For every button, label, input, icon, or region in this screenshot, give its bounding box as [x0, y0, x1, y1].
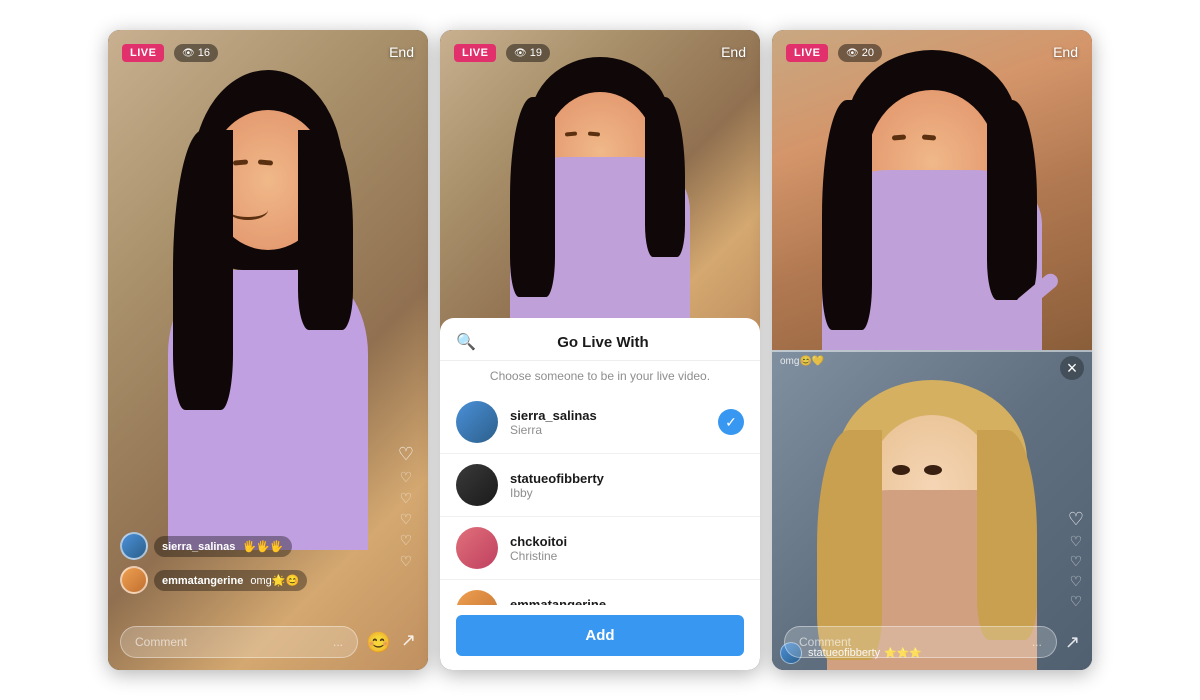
user-name-1: Ibby [510, 486, 744, 500]
emoji-icon-1[interactable]: 😊 [366, 630, 391, 655]
split-top: LIVE 👁 20 End [772, 30, 1092, 350]
hearts-right-3: ♡ ♡ ♡ ♡ ♡ [1068, 509, 1084, 610]
comment-input-3[interactable]: Comment ... [784, 626, 1057, 658]
add-button[interactable]: Add [456, 615, 744, 656]
split-screen: LIVE 👁 20 End [772, 30, 1092, 670]
user-list: sierra_salinas Sierra ✓ statueofibberty … [440, 391, 760, 605]
viewer-count-1: 👁 16 [174, 44, 218, 62]
comment-item-2: emmatangerine omg🌟😊 [120, 566, 416, 594]
viewer-count-3: 👁 20 [838, 44, 882, 62]
close-button-3[interactable]: × [1060, 356, 1084, 380]
bottom-icons-3: ↗ [1065, 632, 1080, 653]
screen-1: LIVE 👁 16 End ♡ ♡ ♡ ♡ ♡ ♡ sierra_salinas… [108, 30, 428, 670]
share-icon-3[interactable]: ↗ [1065, 632, 1080, 653]
user-handle-0: sierra_salinas [510, 408, 706, 423]
user-avatar-2 [456, 527, 498, 569]
comment-avatar-2 [120, 566, 148, 594]
user-name-2: Christine [510, 549, 744, 563]
user-item-2[interactable]: chckoitoi Christine [440, 517, 760, 580]
comment-item-1: sierra_salinas 🖐🖐🖐 [120, 532, 416, 560]
live-badge-2: LIVE [454, 44, 496, 62]
screen2-video: LIVE 👁 19 End [440, 30, 760, 337]
user-handle-3: emmatangerine [510, 597, 744, 606]
user-item-0[interactable]: sierra_salinas Sierra ✓ [440, 391, 760, 454]
user-name-0: Sierra [510, 423, 706, 437]
user-avatar-1 [456, 464, 498, 506]
user-info-2: chckoitoi Christine [510, 534, 744, 563]
comment-text-2: emmatangerine omg🌟😊 [154, 570, 307, 591]
modal-sheet: 🔍 Go Live With Choose someone to be in y… [440, 318, 760, 670]
user-info-0: sierra_salinas Sierra [510, 408, 706, 437]
screen-3: LIVE 👁 20 End [772, 30, 1092, 670]
user-item-3[interactable]: emmatangerine emma [440, 580, 760, 605]
share-icon-1[interactable]: ↗ [401, 630, 416, 655]
user-avatar-0 [456, 401, 498, 443]
end-button-1[interactable]: End [389, 44, 414, 60]
eye-icon-1: 👁 [182, 48, 195, 59]
user-handle-2: chckoitoi [510, 534, 744, 549]
user-item-1[interactable]: statueofibberty Ibby [440, 454, 760, 517]
comment-text-1: sierra_salinas 🖐🖐🖐 [154, 536, 292, 557]
comment-avatar-1 [120, 532, 148, 560]
check-circle-0: ✓ [718, 409, 744, 435]
user-info-3: emmatangerine emma [510, 597, 744, 606]
live-badge-3: LIVE [786, 44, 828, 62]
split-divider [772, 350, 1092, 352]
screens-container: LIVE 👁 16 End ♡ ♡ ♡ ♡ ♡ ♡ sierra_salinas… [0, 0, 1200, 700]
user-avatar-3 [456, 590, 498, 605]
user-handle-1: statueofibberty [510, 471, 744, 486]
modal-subtitle: Choose someone to be in your live video. [440, 361, 760, 391]
user-info-1: statueofibberty Ibby [510, 471, 744, 500]
bottom-bar-3: Comment ... ↗ [784, 626, 1080, 658]
comments-area-1: sierra_salinas 🖐🖐🖐 emmatangerine omg🌟😊 [120, 532, 416, 600]
modal-title: Go Live With [486, 334, 720, 351]
bottom-icons-1: 😊 ↗ [366, 630, 416, 655]
live-badge-1: LIVE [122, 44, 164, 62]
viewer-count-2: 👁 19 [506, 44, 550, 62]
split-bottom: × statueofibberty ⭐⭐⭐ omg😊💛 ♡ ♡ ♡ ♡ [772, 350, 1092, 670]
comment-input-1[interactable]: Comment ... [120, 626, 358, 658]
search-icon-modal[interactable]: 🔍 [456, 332, 476, 352]
modal-header: 🔍 Go Live With [440, 318, 760, 361]
screen-2: LIVE 👁 19 End [440, 30, 760, 670]
end-button-2[interactable]: End [721, 44, 746, 60]
bottom-bar-1: Comment ... 😊 ↗ [120, 626, 416, 658]
end-button-3[interactable]: End [1053, 44, 1078, 60]
comment-omg: omg😊💛 [780, 356, 824, 367]
